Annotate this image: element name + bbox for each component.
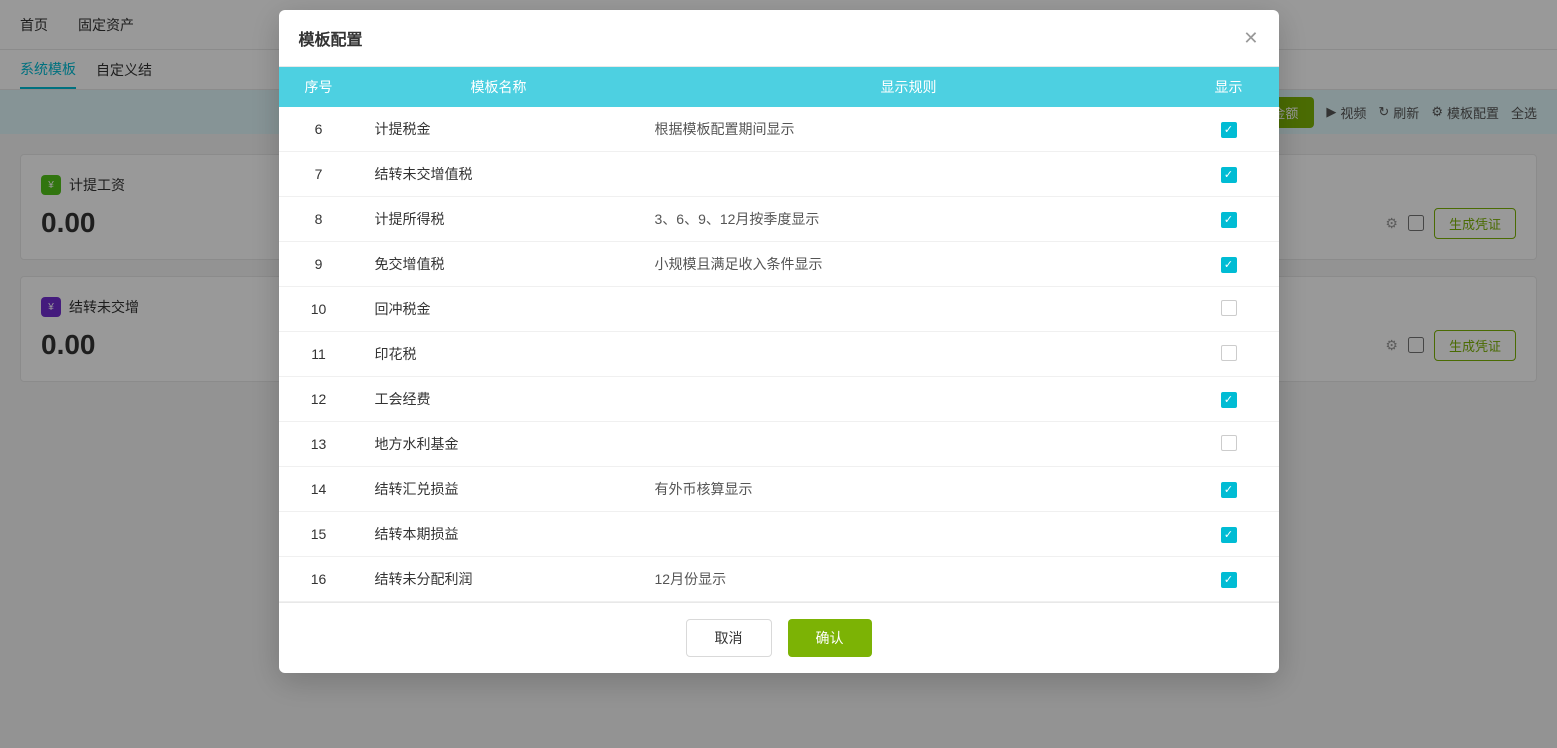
cell-seq: 13 [279,422,359,467]
cell-checkbox[interactable] [1179,152,1279,197]
cell-checkbox[interactable] [1179,197,1279,242]
cell-rule: 有外币核算显示 [639,467,1179,512]
table-row: 11印花税 [279,332,1279,377]
cell-name: 结转未分配利润 [359,557,639,602]
row-checkbox-4[interactable] [1221,300,1237,316]
row-checkbox-7[interactable] [1221,435,1237,451]
cell-name: 计提所得税 [359,197,639,242]
cell-rule: 3、6、9、12月按季度显示 [639,197,1179,242]
table-row: 15结转本期损益 [279,512,1279,557]
cell-seq: 16 [279,557,359,602]
cell-checkbox[interactable] [1179,242,1279,287]
cell-rule: 12月份显示 [639,557,1179,602]
cell-checkbox[interactable] [1179,557,1279,602]
table-row: 12工会经费 [279,377,1279,422]
cell-name: 结转未交增值税 [359,152,639,197]
table-wrapper: 序号 模板名称 显示规则 显示 6计提税金根据模板配置期间显示7结转未交增值税8… [279,67,1279,602]
config-table: 序号 模板名称 显示规则 显示 6计提税金根据模板配置期间显示7结转未交增值税8… [279,67,1279,602]
cell-checkbox[interactable] [1179,377,1279,422]
cell-checkbox[interactable] [1179,512,1279,557]
cell-rule [639,332,1179,377]
cell-checkbox[interactable] [1179,287,1279,332]
cell-name: 免交增值税 [359,242,639,287]
row-checkbox-1[interactable] [1221,167,1237,183]
cell-rule: 小规模且满足收入条件显示 [639,242,1179,287]
table-row: 16结转未分配利润12月份显示 [279,557,1279,602]
cell-rule [639,422,1179,467]
modal-header: 模板配置 ✕ [279,10,1279,67]
col-header-seq: 序号 [279,67,359,107]
cell-seq: 7 [279,152,359,197]
table-row: 9免交增值税小规模且满足收入条件显示 [279,242,1279,287]
modal-title: 模板配置 [299,26,363,50]
cell-seq: 15 [279,512,359,557]
row-checkbox-0[interactable] [1221,122,1237,138]
cell-rule [639,377,1179,422]
cancel-button[interactable]: 取消 [686,619,772,657]
modal-overlay: 模板配置 ✕ 序号 模板名称 显示规则 显示 6 [0,0,1557,748]
modal-close-button[interactable]: ✕ [1243,29,1258,47]
cell-name: 印花税 [359,332,639,377]
table-row: 8计提所得税3、6、9、12月按季度显示 [279,197,1279,242]
table-body: 6计提税金根据模板配置期间显示7结转未交增值税8计提所得税3、6、9、12月按季… [279,107,1279,602]
cell-name: 结转汇兑损益 [359,467,639,512]
col-header-display: 显示 [1179,67,1279,107]
cell-seq: 8 [279,197,359,242]
table-row: 6计提税金根据模板配置期间显示 [279,107,1279,152]
row-checkbox-3[interactable] [1221,257,1237,273]
row-checkbox-2[interactable] [1221,212,1237,228]
table-row: 14结转汇兑损益有外币核算显示 [279,467,1279,512]
confirm-button[interactable]: 确认 [788,619,872,657]
cell-rule: 根据模板配置期间显示 [639,107,1179,152]
cell-name: 工会经费 [359,377,639,422]
cell-checkbox[interactable] [1179,467,1279,512]
row-checkbox-9[interactable] [1221,527,1237,543]
cell-rule [639,152,1179,197]
col-header-rule: 显示规则 [639,67,1179,107]
cell-seq: 11 [279,332,359,377]
modal-body: 序号 模板名称 显示规则 显示 6计提税金根据模板配置期间显示7结转未交增值税8… [279,67,1279,602]
cell-name: 结转本期损益 [359,512,639,557]
table-row: 13地方水利基金 [279,422,1279,467]
cell-seq: 9 [279,242,359,287]
cell-seq: 6 [279,107,359,152]
cell-seq: 12 [279,377,359,422]
cell-rule [639,287,1179,332]
table-row: 7结转未交增值税 [279,152,1279,197]
row-checkbox-6[interactable] [1221,392,1237,408]
table-row: 10回冲税金 [279,287,1279,332]
cell-checkbox[interactable] [1179,107,1279,152]
modal-footer: 取消 确认 [279,602,1279,673]
cell-seq: 14 [279,467,359,512]
table-header: 序号 模板名称 显示规则 显示 [279,67,1279,107]
cell-name: 计提税金 [359,107,639,152]
cell-name: 地方水利基金 [359,422,639,467]
col-header-name: 模板名称 [359,67,639,107]
cell-rule [639,512,1179,557]
row-checkbox-5[interactable] [1221,345,1237,361]
cell-seq: 10 [279,287,359,332]
cell-name: 回冲税金 [359,287,639,332]
cell-checkbox[interactable] [1179,332,1279,377]
row-checkbox-10[interactable] [1221,572,1237,588]
modal-template-config: 模板配置 ✕ 序号 模板名称 显示规则 显示 6 [279,10,1279,673]
row-checkbox-8[interactable] [1221,482,1237,498]
cell-checkbox[interactable] [1179,422,1279,467]
